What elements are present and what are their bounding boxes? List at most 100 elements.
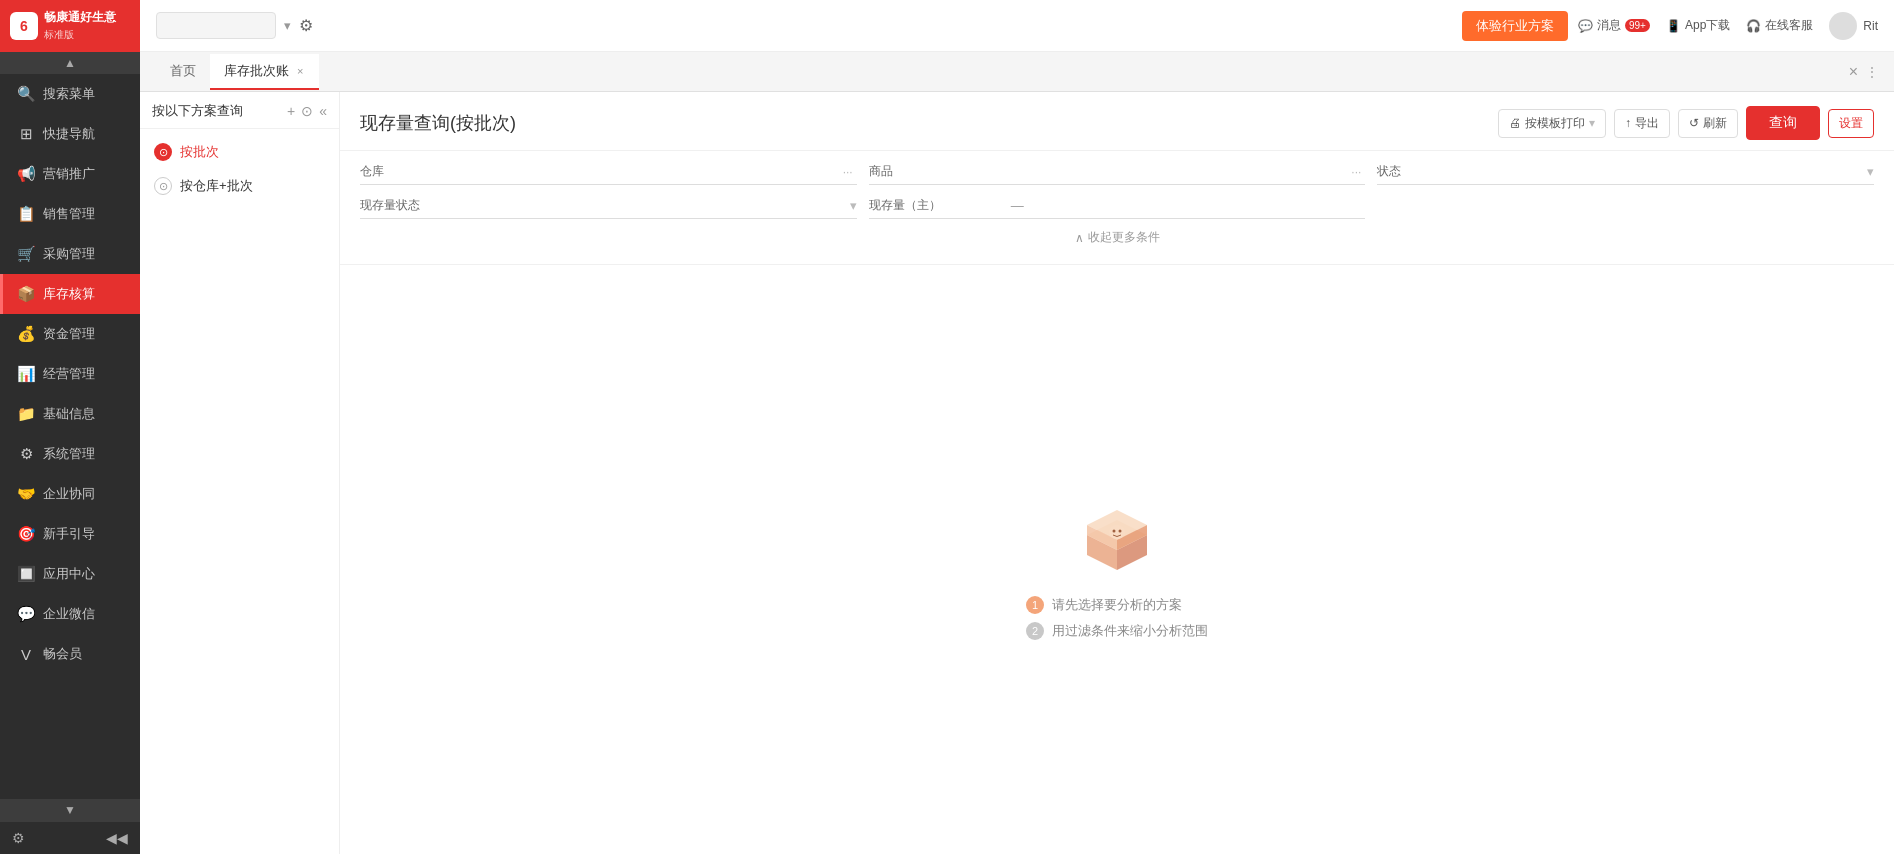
- empty-illustration: [1067, 480, 1167, 580]
- grid-icon: ⊞: [17, 125, 35, 143]
- right-content: 现存量查询(按批次) 🖨 按模板打印 ▾ ↑ 导出 ↺ 刷新: [340, 92, 1894, 854]
- query-btn[interactable]: 查询: [1746, 106, 1820, 140]
- sidebar-item-search[interactable]: 🔍 搜索菜单: [0, 74, 140, 114]
- empty-hints: 1 请先选择要分析的方案 2 用过滤条件来缩小分析范围: [1026, 596, 1208, 640]
- tab-inventory-batch[interactable]: 库存批次账 ×: [210, 54, 319, 90]
- sidebar-item-member[interactable]: V 畅会员: [0, 634, 140, 674]
- collab-icon: 🤝: [17, 485, 35, 503]
- sidebar-item-ops[interactable]: 📊 经营管理: [0, 354, 140, 394]
- filter-inventory-status: 现存量状态 ▾: [360, 197, 857, 219]
- empty-state: 1 请先选择要分析的方案 2 用过滤条件来缩小分析范围: [1026, 480, 1208, 640]
- sidebar-item-label-system: 系统管理: [43, 445, 95, 463]
- finance-icon: 💰: [17, 325, 35, 343]
- plan-list: ⊙ 按批次 ⊙ 按仓库+批次: [140, 129, 339, 854]
- sidebar-settings-icon[interactable]: ⚙: [12, 830, 25, 846]
- main-area: ▾ ⚙ 体验行业方案 💬 消息 99+ 📱 App下载 🎧 在线客服 Rit: [140, 0, 1894, 854]
- print-dropdown-icon[interactable]: ▾: [1589, 116, 1595, 130]
- user-profile-btn[interactable]: Rit: [1829, 12, 1878, 40]
- filter-area: 仓库 ··· 商品 ··· 状态 ▾: [340, 151, 1894, 265]
- sidebar-item-sales[interactable]: 📋 销售管理: [0, 194, 140, 234]
- refresh-icon: ↺: [1689, 116, 1699, 130]
- topbar-search-placeholder: [167, 17, 179, 34]
- sidebar-item-inventory[interactable]: 📦 库存核算: [0, 274, 140, 314]
- messages-btn[interactable]: 💬 消息 99+: [1578, 17, 1650, 34]
- svg-point-7: [1113, 529, 1116, 532]
- tab-expand-icon[interactable]: ⋮: [1866, 65, 1878, 79]
- sidebar-item-guide[interactable]: 🎯 新手引导: [0, 514, 140, 554]
- status-dropdown[interactable]: ▾: [1407, 164, 1874, 179]
- left-panel-icons: + ⊙ «: [287, 103, 327, 119]
- topbar-dropdown-icon[interactable]: ▾: [284, 18, 291, 33]
- ops-icon: 📊: [17, 365, 35, 383]
- sidebar-item-basic[interactable]: 📁 基础信息: [0, 394, 140, 434]
- left-panel: 按以下方案查询 + ⊙ « ⊙ 按批次 ⊙ 按仓库+批次: [140, 92, 340, 854]
- filter-warehouse: 仓库 ···: [360, 163, 857, 185]
- goods-label: 商品: [869, 163, 893, 180]
- user-avatar: [1829, 12, 1857, 40]
- status-label: 状态: [1377, 163, 1401, 180]
- add-plan-icon[interactable]: +: [287, 103, 295, 119]
- sidebar-item-label-sales: 销售管理: [43, 205, 95, 223]
- goods-more-btn[interactable]: ···: [1347, 165, 1365, 179]
- plan-item-warehouse-batch[interactable]: ⊙ 按仓库+批次: [140, 169, 339, 203]
- refresh-btn[interactable]: ↺ 刷新: [1678, 109, 1738, 138]
- print-btn[interactable]: 🖨 按模板打印 ▾: [1498, 109, 1606, 138]
- left-panel-title: 按以下方案查询: [152, 102, 243, 120]
- table-area: 1 请先选择要分析的方案 2 用过滤条件来缩小分析范围: [340, 265, 1894, 854]
- headset-icon: 🎧: [1746, 19, 1761, 33]
- inventory-icon: 📦: [17, 285, 35, 303]
- qty-range: —: [947, 198, 1366, 213]
- sidebar-header: 6 畅康通好生意 标准版: [0, 0, 140, 52]
- hint-text-1: 请先选择要分析的方案: [1052, 596, 1182, 614]
- sidebar-item-label-ops: 经营管理: [43, 365, 95, 383]
- topbar-settings-icon[interactable]: ⚙: [299, 16, 313, 35]
- system-icon: ⚙: [17, 445, 35, 463]
- app-download-btn[interactable]: 📱 App下载: [1666, 17, 1730, 34]
- warehouse-more-btn[interactable]: ···: [839, 165, 857, 179]
- status-dropdown-icon: ▾: [1867, 164, 1874, 179]
- content-area: 按以下方案查询 + ⊙ « ⊙ 按批次 ⊙ 按仓库+批次: [140, 92, 1894, 854]
- sidebar-collapse-icon[interactable]: ◀◀: [106, 830, 128, 846]
- empty-hint-2: 2 用过滤条件来缩小分析范围: [1026, 622, 1208, 640]
- filter-status: 状态 ▾: [1377, 163, 1874, 185]
- tab-panel-close-btn[interactable]: ×: [1845, 59, 1862, 85]
- sidebar-scroll-down[interactable]: ▼: [0, 799, 140, 821]
- tab-home[interactable]: 首页: [156, 54, 210, 90]
- sidebar-item-marketing[interactable]: 📢 营销推广: [0, 154, 140, 194]
- collapse-bar[interactable]: ∧ 收起更多条件: [360, 223, 1874, 252]
- sidebar-item-wechat[interactable]: 💬 企业微信: [0, 594, 140, 634]
- inventory-status-dropdown-icon: ▾: [850, 198, 857, 213]
- collapse-panel-icon[interactable]: «: [319, 103, 327, 119]
- inventory-status-dropdown[interactable]: ▾: [426, 198, 857, 213]
- warehouse-label: 仓库: [360, 163, 384, 180]
- app-info: 畅康通好生意 标准版: [44, 10, 116, 42]
- phone-icon: 📱: [1666, 19, 1681, 33]
- search-icon: 🔍: [17, 85, 35, 103]
- qty-max-input[interactable]: [1028, 198, 1088, 213]
- basic-icon: 📁: [17, 405, 35, 423]
- topbar-search-box[interactable]: [156, 12, 276, 39]
- sidebar-item-label-quick-nav: 快捷导航: [43, 125, 95, 143]
- plan-settings-icon[interactable]: ⊙: [301, 103, 313, 119]
- qty-min-input[interactable]: [947, 198, 1007, 213]
- sidebar-item-system[interactable]: ⚙ 系统管理: [0, 434, 140, 474]
- sidebar-item-purchase[interactable]: 🛒 采购管理: [0, 234, 140, 274]
- sidebar-scroll-up[interactable]: ▲: [0, 52, 140, 74]
- sidebar-item-label-marketing: 营销推广: [43, 165, 95, 183]
- plan-item-batch[interactable]: ⊙ 按批次: [140, 135, 339, 169]
- sidebar: 6 畅康通好生意 标准版 ▲ 🔍 搜索菜单 ⊞ 快捷导航 📢 营销推广 📋 销售…: [0, 0, 140, 854]
- sidebar-item-label-search: 搜索菜单: [43, 85, 95, 103]
- trial-btn[interactable]: 体验行业方案: [1462, 11, 1568, 41]
- tab-inventory-batch-close[interactable]: ×: [295, 65, 305, 77]
- message-icon: 💬: [1578, 19, 1593, 33]
- sidebar-item-finance[interactable]: 💰 资金管理: [0, 314, 140, 354]
- hint-num-1: 1: [1026, 596, 1044, 614]
- collapse-icon: ∧: [1075, 231, 1084, 245]
- export-btn[interactable]: ↑ 导出: [1614, 109, 1670, 138]
- sidebar-item-apps[interactable]: 🔲 应用中心: [0, 554, 140, 594]
- sidebar-item-collab[interactable]: 🤝 企业协同: [0, 474, 140, 514]
- online-service-btn[interactable]: 🎧 在线客服: [1746, 17, 1813, 34]
- settings-btn[interactable]: 设置: [1828, 109, 1874, 138]
- sidebar-item-quick-nav[interactable]: ⊞ 快捷导航: [0, 114, 140, 154]
- print-icon: 🖨: [1509, 116, 1521, 130]
